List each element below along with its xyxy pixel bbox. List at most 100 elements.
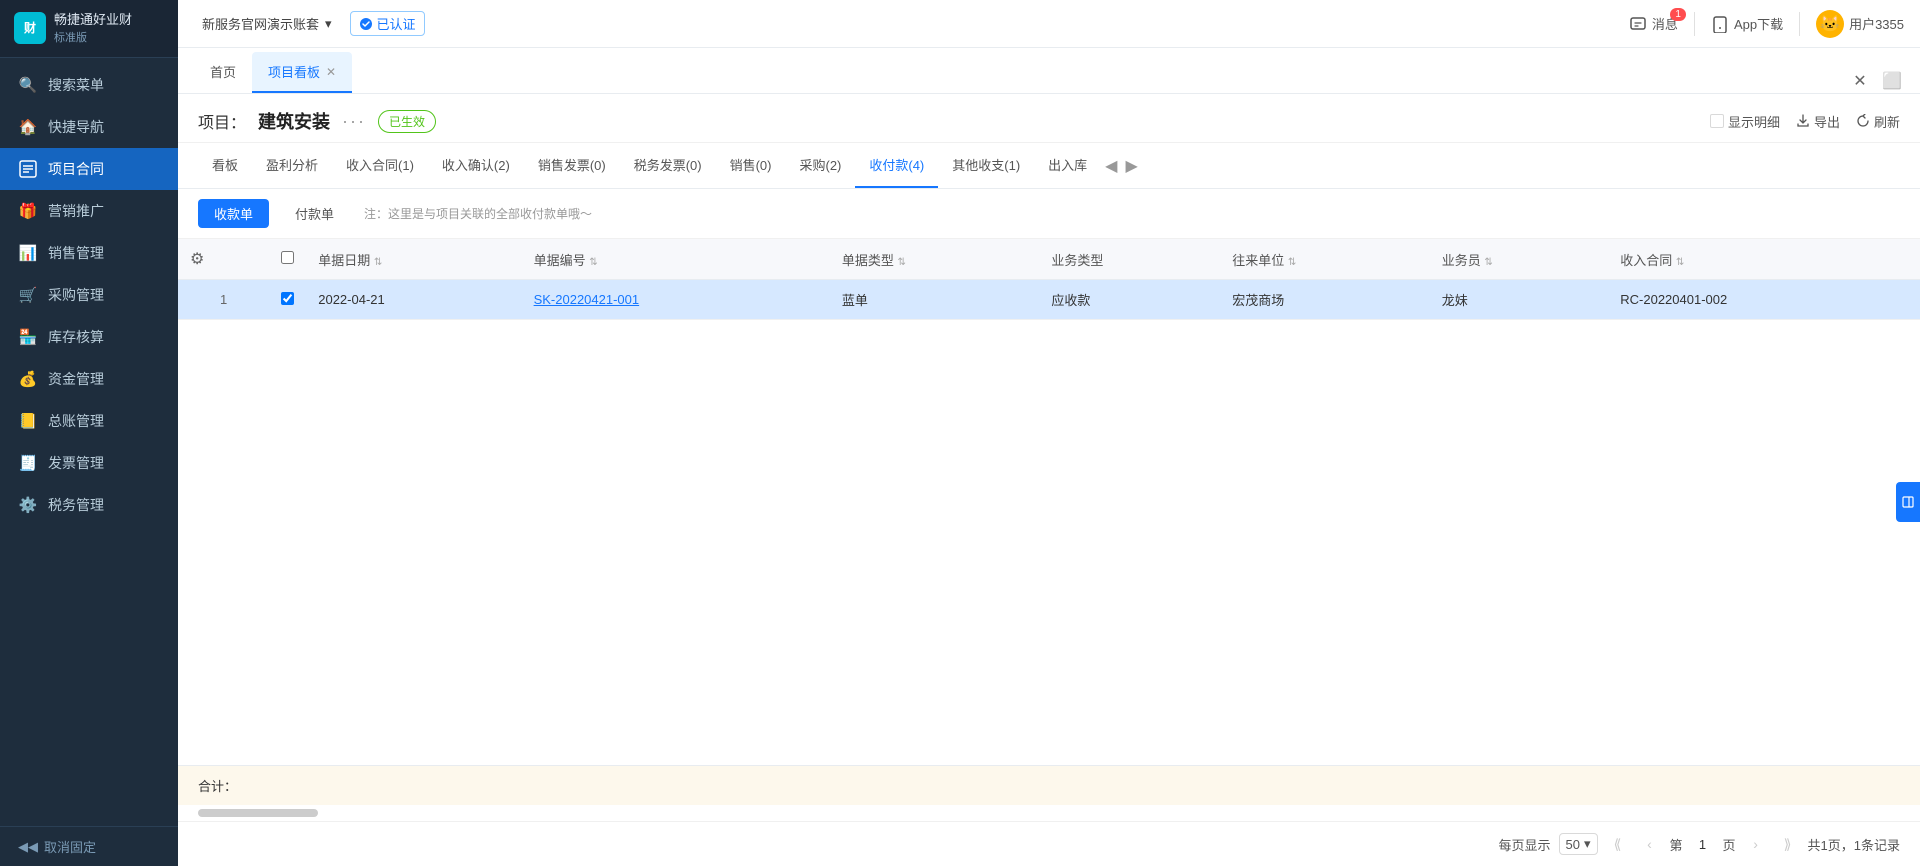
sidebar-item-project[interactable]: 项目合同 xyxy=(0,148,178,190)
cell-type: 蓝单 xyxy=(830,280,1039,320)
th-biz-type[interactable]: 业务类型 xyxy=(1039,239,1220,280)
horizontal-scrollbar[interactable] xyxy=(178,805,1920,821)
th-staff[interactable]: 业务员 ⇅ xyxy=(1430,239,1609,280)
show-detail-label: 显示明细 xyxy=(1728,112,1780,131)
sub-nav-next-arrow[interactable]: ▶ xyxy=(1121,156,1141,176)
export-label: 导出 xyxy=(1814,112,1840,131)
sort-date-icon: ⇅ xyxy=(374,257,382,268)
sub-nav-warehouse[interactable]: 出入库 xyxy=(1034,143,1101,188)
sub-nav-receipts[interactable]: 收付款(4) xyxy=(855,143,938,188)
sidebar-item-purchase[interactable]: 🛒 采购管理 xyxy=(0,274,178,316)
page-number-input[interactable] xyxy=(1691,837,1715,852)
show-detail-checkbox[interactable] xyxy=(1710,114,1724,128)
sidebar-item-inventory[interactable]: 🏪 库存核算 xyxy=(0,316,178,358)
sidebar-item-marketing[interactable]: 🎁 营销推广 xyxy=(0,190,178,232)
refresh-button[interactable]: 刷新 xyxy=(1856,112,1900,131)
tab-home-label: 首页 xyxy=(210,62,236,81)
tab-close-icon[interactable]: ✕ xyxy=(326,65,336,79)
sidebar-item-invoice[interactable]: 🧾 发票管理 xyxy=(0,442,178,484)
per-page-value: 50 xyxy=(1566,837,1580,852)
sub-nav-income-confirm[interactable]: 收入确认(2) xyxy=(428,143,524,188)
th-contract[interactable]: 收入合同 ⇅ xyxy=(1608,239,1920,280)
table-row[interactable]: 1 2022-04-21 SK-20220421-001 蓝单 应收款 宏茂商场… xyxy=(178,280,1920,320)
sub-nav-other-expense[interactable]: 其他收支(1) xyxy=(938,143,1034,188)
divider-1 xyxy=(1694,12,1695,36)
next-page-button[interactable]: › xyxy=(1744,832,1768,856)
th-settings[interactable]: ⚙ xyxy=(178,239,269,280)
th-date[interactable]: 单据日期 ⇅ xyxy=(306,239,521,280)
tab-home[interactable]: 首页 xyxy=(194,52,252,93)
tab-receipt[interactable]: 收款单 xyxy=(198,199,269,228)
page-label: 第 xyxy=(1670,835,1683,854)
project-label: 项目： xyxy=(198,109,246,133)
sidebar-item-tax[interactable]: ⚙️ 税务管理 xyxy=(0,484,178,526)
page-label-2: 页 xyxy=(1723,835,1736,854)
dropdown-arrow-icon: ▾ xyxy=(325,16,332,32)
row-checkbox-cell[interactable] xyxy=(269,280,306,320)
project-tools: 显示明细 导出 刷新 xyxy=(1710,112,1900,131)
export-button[interactable]: 导出 xyxy=(1796,112,1840,131)
tabbar-actions: ✕ ⬜ xyxy=(1848,69,1904,93)
per-page-select[interactable]: 50 ▾ xyxy=(1559,833,1598,855)
sub-nav-purchase[interactable]: 采购(2) xyxy=(785,143,855,188)
th-number[interactable]: 单据编号 ⇅ xyxy=(522,239,830,280)
sidebar-label-sales: 销售管理 xyxy=(48,243,104,263)
user-label: 用户3355 xyxy=(1849,14,1904,33)
close-window-button[interactable]: ✕ xyxy=(1848,69,1872,93)
cell-number[interactable]: SK-20220421-001 xyxy=(522,280,830,320)
sub-nav-prev-arrow[interactable]: ◀ xyxy=(1101,156,1121,176)
sidebar-nav: 🔍 搜索菜单 🏠 快捷导航 项目合同 🎁 营销推广 📊 销售管理 🛒 采购管理 … xyxy=(0,58,178,826)
pin-icon: ◀◀ xyxy=(18,839,38,855)
sidebar-label-inventory: 库存核算 xyxy=(48,327,104,347)
sidebar-footer-unpin[interactable]: ◀◀ 取消固定 xyxy=(0,826,178,866)
messages-button[interactable]: 消息 1 xyxy=(1629,14,1678,33)
data-table-container: ⚙ 单据日期 ⇅ 单据编号 ⇅ xyxy=(178,239,1920,765)
sidebar-item-sales[interactable]: 📊 销售管理 xyxy=(0,232,178,274)
more-options-icon[interactable]: ··· xyxy=(342,111,366,132)
tab-project-board[interactable]: 项目看板 ✕ xyxy=(252,52,352,93)
side-panel-button[interactable] xyxy=(1896,482,1920,522)
sidebar-item-ledger[interactable]: 📒 总账管理 xyxy=(0,400,178,442)
sidebar-item-capital[interactable]: 💰 资金管理 xyxy=(0,358,178,400)
verified-text: 已认证 xyxy=(377,14,416,33)
tab-payment[interactable]: 付款单 xyxy=(279,199,350,228)
sub-nav-profit[interactable]: 盈利分析 xyxy=(252,143,332,188)
sort-number-icon: ⇅ xyxy=(589,257,597,268)
purchase-icon: 🛒 xyxy=(18,285,38,305)
topbar-left: 新服务官网演示账套 ▾ 已认证 xyxy=(194,10,1617,37)
sidebar-label-marketing: 营销推广 xyxy=(48,201,104,221)
project-header: 项目： 建筑安装 ··· 已生效 显示明细 导出 刷新 xyxy=(178,94,1920,143)
sub-nav-kanban[interactable]: 看板 xyxy=(198,143,252,188)
sidebar-item-search[interactable]: 🔍 搜索菜单 xyxy=(0,64,178,106)
sub-nav-sales[interactable]: 销售(0) xyxy=(716,143,786,188)
sidebar-label-ledger: 总账管理 xyxy=(48,411,104,431)
marketing-icon: 🎁 xyxy=(18,201,38,221)
th-type[interactable]: 单据类型 ⇅ xyxy=(830,239,1039,280)
sales-icon: 📊 xyxy=(18,243,38,263)
app-download-button[interactable]: App下载 xyxy=(1711,14,1783,33)
select-all-checkbox[interactable] xyxy=(281,251,294,264)
sidebar-item-quicknav[interactable]: 🏠 快捷导航 xyxy=(0,106,178,148)
th-partner[interactable]: 往来单位 ⇅ xyxy=(1220,239,1429,280)
scroll-thumb[interactable] xyxy=(198,809,318,817)
doc-tabs: 收款单 付款单 注：这里是与项目关联的全部收付款单哦～ xyxy=(178,189,1920,239)
show-detail-toggle[interactable]: 显示明细 xyxy=(1710,112,1780,131)
sidebar: 财 畅捷通好业财 标准版 🔍 搜索菜单 🏠 快捷导航 项目合同 🎁 营销推广 📊 xyxy=(0,0,178,866)
sub-nav-income-contract[interactable]: 收入合同(1) xyxy=(332,143,428,188)
row-checkbox[interactable] xyxy=(281,292,294,305)
last-page-button[interactable]: ⟫ xyxy=(1776,832,1800,856)
user-button[interactable]: 🐱 用户3355 xyxy=(1816,10,1904,38)
settings-icon[interactable]: ⚙ xyxy=(190,251,204,268)
account-selector[interactable]: 新服务官网演示账套 ▾ xyxy=(194,10,340,37)
prev-page-button[interactable]: ‹ xyxy=(1638,832,1662,856)
sub-nav-tax-invoice[interactable]: 税务发票(0) xyxy=(620,143,716,188)
per-page-dropdown-icon: ▾ xyxy=(1584,836,1591,852)
number-link[interactable]: SK-20220421-001 xyxy=(534,292,640,307)
inventory-icon: 🏪 xyxy=(18,327,38,347)
maximize-window-button[interactable]: ⬜ xyxy=(1880,69,1904,93)
tax-icon: ⚙️ xyxy=(18,495,38,515)
first-page-button[interactable]: ⟪ xyxy=(1606,832,1630,856)
sub-nav-sales-invoice[interactable]: 销售发票(0) xyxy=(524,143,620,188)
cell-partner: 宏茂商场 xyxy=(1220,280,1429,320)
th-checkbox[interactable] xyxy=(269,239,306,280)
